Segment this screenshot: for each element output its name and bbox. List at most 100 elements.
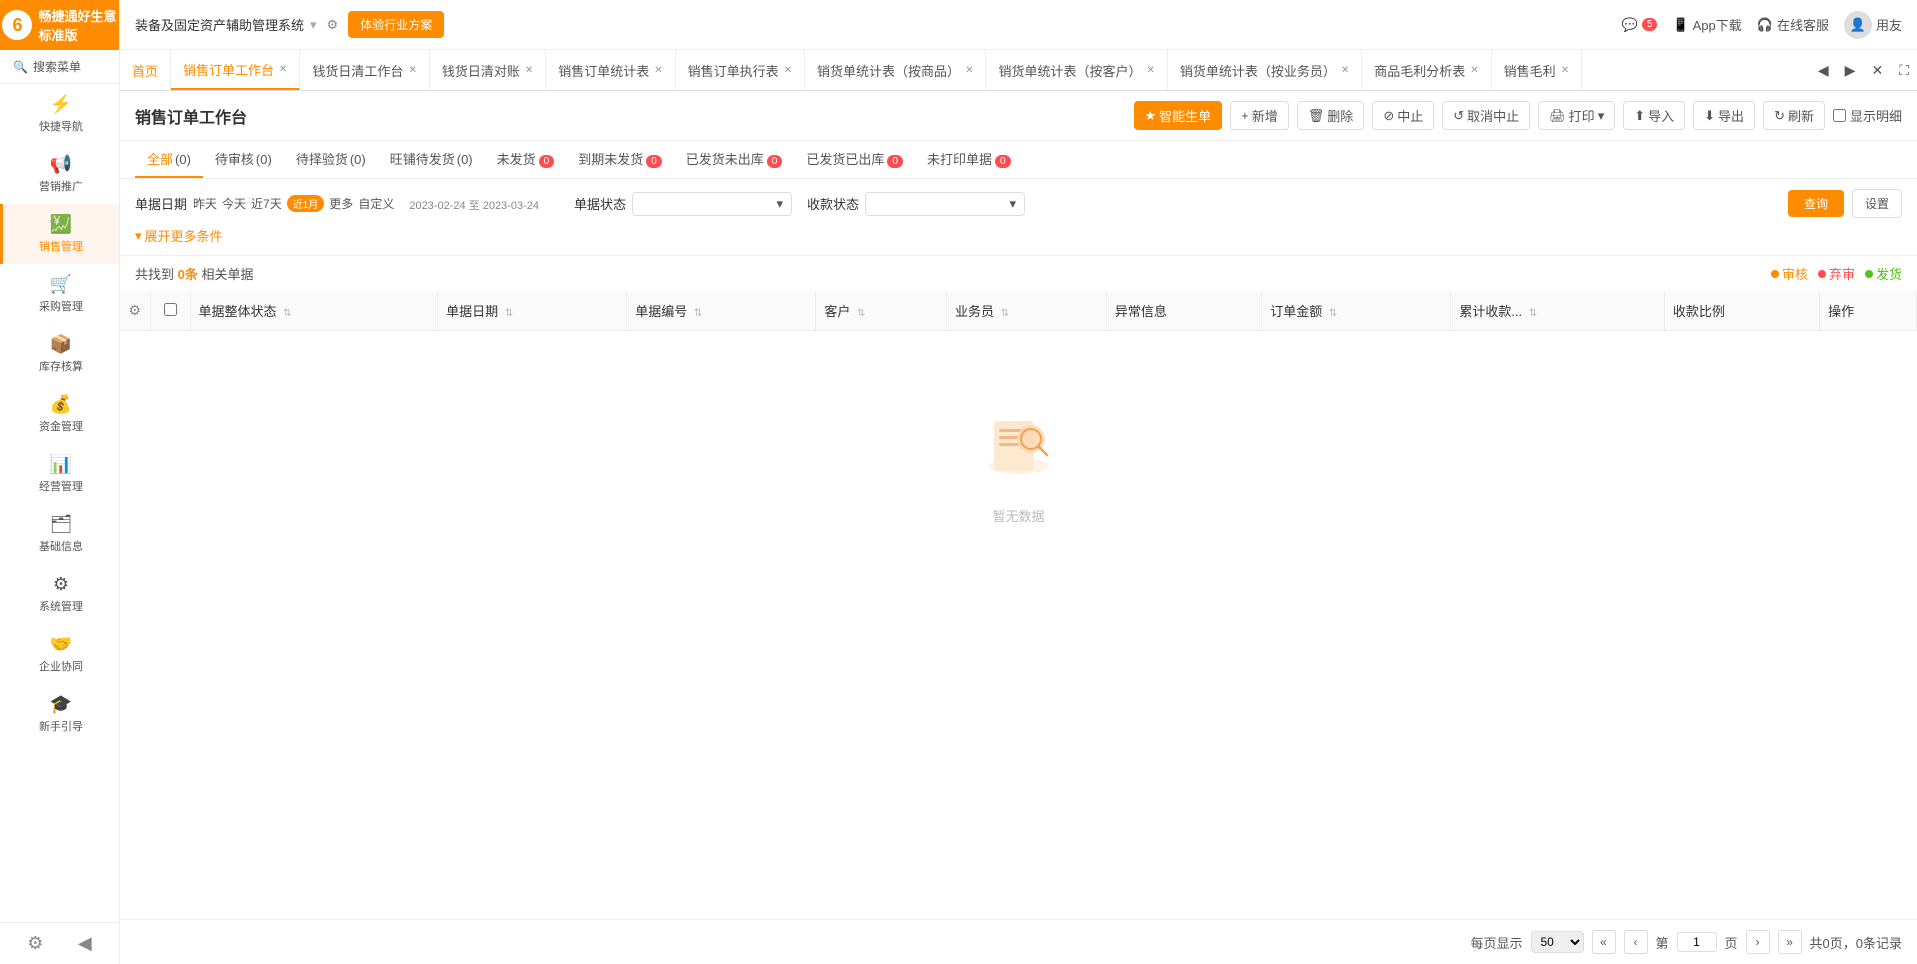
print-btn[interactable]: 🖨 打印 ▾	[1538, 101, 1615, 130]
col-settings-icon[interactable]: ⚙	[128, 302, 141, 318]
date-opt-yesterday[interactable]: 昨天	[193, 195, 217, 212]
tab-close-sales-stats-product[interactable]: ✕	[965, 65, 973, 76]
tab-close-cash-reconcile[interactable]: ✕	[525, 65, 533, 76]
sort-status-icon[interactable]: ⇅	[283, 308, 291, 319]
message-btn[interactable]: 💬 5	[1622, 17, 1658, 33]
date-opt-7days[interactable]: 近7天	[251, 195, 282, 212]
dropdown-icon[interactable]: ▾	[310, 17, 317, 33]
cancel-stop-btn[interactable]: ↺ 取消中止	[1442, 101, 1530, 130]
tab-product-margin[interactable]: 商品毛利分析表✕	[1362, 50, 1491, 90]
subtab-wangpu-pending[interactable]: 旺铺待发货(0)	[378, 141, 485, 178]
sort-date-icon[interactable]: ⇅	[505, 308, 513, 319]
stop-btn[interactable]: ⊘ 中止	[1372, 101, 1434, 130]
operations-label: 经营管理	[39, 478, 83, 494]
subtab-shipped-out[interactable]: 已发货已出库0	[794, 141, 915, 178]
sidebar-item-corp-coop[interactable]: 🤝 企业协同	[0, 624, 119, 684]
sidebar-item-sales[interactable]: 💹 销售管理	[0, 204, 119, 264]
sort-number-icon[interactable]: ⇅	[694, 308, 702, 319]
sort-amount-icon[interactable]: ⇅	[1329, 308, 1337, 319]
app-download-btn[interactable]: 📱 App下载	[1672, 15, 1741, 34]
select-all-checkbox[interactable]	[164, 303, 177, 316]
tab-close-sales-order-workbench[interactable]: ✕	[279, 64, 287, 75]
tab-sales-order-workbench[interactable]: 销售订单工作台 ✕	[171, 50, 300, 90]
first-page-btn[interactable]: «	[1592, 930, 1616, 954]
audit-btn[interactable]: 审核	[1771, 264, 1808, 283]
tab-close-all[interactable]: ✕	[1863, 50, 1891, 90]
page-number-input[interactable]	[1677, 932, 1717, 952]
tab-sales-stats-product[interactable]: 销货单统计表（按商品）✕	[805, 50, 986, 90]
last-page-btn[interactable]: »	[1778, 930, 1802, 954]
status-select[interactable]: ▾	[632, 192, 792, 216]
operations-icon: 📊	[50, 454, 72, 475]
date-opt-more[interactable]: 更多	[329, 195, 353, 212]
sidebar-item-marketing[interactable]: 📢 营销推广	[0, 144, 119, 204]
tab-sales-stats-customer[interactable]: 销货单统计表（按客户）✕	[986, 50, 1167, 90]
subtab-pending-review[interactable]: 待审核(0)	[203, 141, 284, 178]
query-btn[interactable]: 查询	[1788, 190, 1844, 217]
tab-close-sales-order-exec[interactable]: ✕	[784, 65, 792, 76]
settings-icon-top[interactable]: ⚙	[327, 17, 339, 33]
tab-cash-reconcile[interactable]: 钱货日清对账✕	[430, 50, 546, 90]
settings-icon[interactable]: ⚙	[27, 933, 43, 954]
date-opt-today[interactable]: 今天	[222, 195, 246, 212]
tab-close-sales-profit[interactable]: ✕	[1561, 65, 1569, 76]
import-btn[interactable]: ⬆ 导入	[1623, 101, 1685, 130]
sort-salesperson-icon[interactable]: ⇅	[1001, 308, 1009, 319]
subtab-not-printed[interactable]: 未打印单据0	[915, 141, 1023, 178]
expand-filter-btn[interactable]: ▾ 展开更多条件	[135, 226, 1902, 245]
ship-btn[interactable]: 发货	[1865, 264, 1902, 283]
show-detail-input[interactable]	[1833, 109, 1846, 122]
sidebar-search[interactable]: 🔍 搜索菜单	[0, 50, 119, 84]
prev-page-btn[interactable]: ‹	[1624, 930, 1648, 954]
sort-collected-icon[interactable]: ⇅	[1529, 308, 1537, 319]
tab-sales-profit[interactable]: 销售毛利✕	[1492, 50, 1582, 90]
delete-btn[interactable]: 🗑 删除	[1297, 101, 1365, 130]
sidebar-item-sys-mgmt[interactable]: ⚙ 系统管理	[0, 564, 119, 624]
set-btn[interactable]: 设置	[1852, 189, 1902, 218]
tab-close-sales-stats-salesperson[interactable]: ✕	[1341, 65, 1349, 76]
subtab-pending-inspect[interactable]: 待择验货(0)	[284, 141, 378, 178]
date-opt-1month[interactable]: 近1月	[287, 195, 325, 212]
tab-label-sales-order-workbench: 销售订单工作台	[183, 60, 274, 79]
subtab-all[interactable]: 全部(0)	[135, 141, 203, 178]
user-btn[interactable]: 👤 用友	[1844, 11, 1902, 39]
tab-close-cash-daily[interactable]: ✕	[408, 65, 416, 76]
sidebar-item-operations[interactable]: 📊 经营管理	[0, 444, 119, 504]
next-page-btn[interactable]: ›	[1746, 930, 1770, 954]
tab-close-sales-stats-customer[interactable]: ✕	[1146, 65, 1154, 76]
tab-maximize[interactable]: ⛶	[1891, 50, 1917, 90]
industry-btn[interactable]: 体验行业方案	[348, 11, 444, 38]
sidebar-item-finance[interactable]: 💰 资金管理	[0, 384, 119, 444]
sidebar-item-quick-nav[interactable]: ⚡ 快捷导航	[0, 84, 119, 144]
tab-sales-order-exec[interactable]: 销售订单执行表✕	[676, 50, 805, 90]
sidebar-item-purchase[interactable]: 🛒 采购管理	[0, 264, 119, 324]
subtab-not-shipped[interactable]: 未发货0	[485, 141, 567, 178]
subtab-shipped-not-out[interactable]: 已发货未出库0	[674, 141, 795, 178]
payment-select[interactable]: ▾	[865, 192, 1025, 216]
tab-sales-order-stats[interactable]: 销售订单统计表✕	[546, 50, 675, 90]
subtab-overdue-not-shipped[interactable]: 到期未发货0	[566, 141, 674, 178]
refresh-btn[interactable]: ↻ 刷新	[1763, 101, 1825, 130]
smart-bill-btn[interactable]: ★ 智能生单	[1134, 101, 1223, 130]
topbar-title: 装备及固定资产辅助管理系统 ▾ ⚙ 体验行业方案	[135, 11, 1622, 38]
export-btn[interactable]: ⬇ 导出	[1693, 101, 1755, 130]
tab-nav-next[interactable]: ▶	[1837, 50, 1864, 90]
result-summary: 共找到 0条 相关单据	[135, 264, 254, 283]
tab-sales-stats-salesperson[interactable]: 销货单统计表（按业务员）✕	[1168, 50, 1362, 90]
sidebar-item-base-info[interactable]: 🗂 基础信息	[0, 504, 119, 564]
tab-nav-prev[interactable]: ◀	[1810, 50, 1837, 90]
online-service-btn[interactable]: 🎧 在线客服	[1757, 15, 1829, 34]
reject-btn[interactable]: 弃审	[1818, 264, 1855, 283]
sidebar-item-guide[interactable]: 🎓 新手引导	[0, 684, 119, 744]
add-btn[interactable]: + 新增	[1230, 101, 1289, 130]
tab-cash-daily[interactable]: 钱货日清工作台✕	[300, 50, 429, 90]
date-opt-custom[interactable]: 自定义	[358, 195, 394, 212]
tab-close-product-margin[interactable]: ✕	[1470, 65, 1478, 76]
show-detail-checkbox[interactable]: 显示明细	[1833, 106, 1902, 125]
tab-close-sales-order-stats[interactable]: ✕	[654, 65, 662, 76]
sidebar-item-inventory[interactable]: 📦 库存核算	[0, 324, 119, 384]
sort-customer-icon[interactable]: ⇅	[857, 308, 865, 319]
page-size-select[interactable]: 50 10 20 100	[1531, 931, 1584, 953]
collapse-icon[interactable]: ◀	[78, 933, 92, 954]
tab-home[interactable]: 首页	[120, 50, 171, 90]
